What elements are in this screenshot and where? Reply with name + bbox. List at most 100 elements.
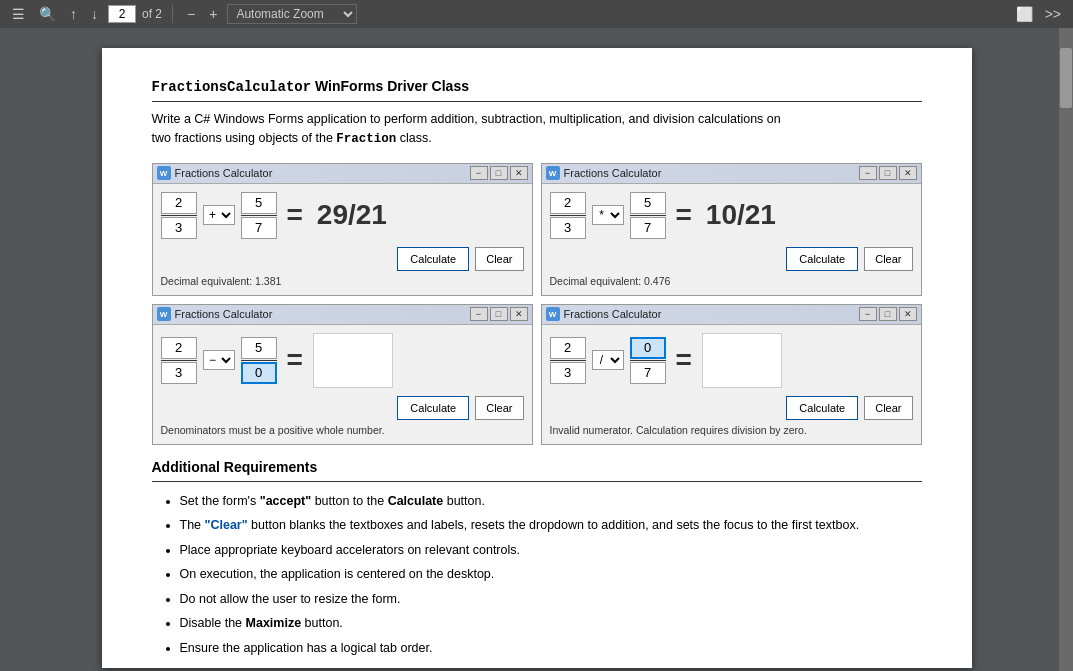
num-input-4b-highlighted[interactable]: [630, 337, 666, 359]
page-total-label: of 2: [142, 7, 162, 21]
intro-line1: Write a C# Windows Forms application to …: [152, 112, 781, 126]
calculate-btn-3[interactable]: Calculate: [397, 396, 469, 420]
scroll-up-icon[interactable]: ↑: [66, 4, 81, 24]
den-input-3a[interactable]: [161, 362, 197, 384]
num-input-1b[interactable]: [241, 192, 277, 214]
intro-line3: class.: [396, 131, 431, 145]
fraction-row-3: +−*/ =: [161, 333, 524, 388]
den-input-1a[interactable]: [161, 217, 197, 239]
close-btn-2[interactable]: ✕: [899, 166, 917, 180]
divider1: [172, 5, 173, 23]
op-select-2[interactable]: +−*/: [592, 205, 624, 225]
den-input-3b-highlighted[interactable]: [241, 362, 277, 384]
fraction-input-1b: [241, 192, 277, 239]
calc-window-2: W Fractions Calculator − □ ✕: [541, 163, 922, 296]
close-btn-3[interactable]: ✕: [510, 307, 528, 321]
requirements-list: Set the form's "accept" button to the Ca…: [180, 490, 922, 660]
scroll-down-icon[interactable]: ↓: [87, 4, 102, 24]
calculate-label-1: Calculate: [410, 253, 456, 265]
calc-window-1: W Fractions Calculator − □ ✕: [152, 163, 533, 296]
expand-icon[interactable]: >>: [1041, 4, 1065, 24]
scrollbar-thumb[interactable]: [1060, 48, 1072, 108]
calculate-btn-2[interactable]: Calculate: [786, 247, 858, 271]
den-input-2b[interactable]: [630, 217, 666, 239]
section1-title-mono: FractionsCalculator: [152, 79, 312, 95]
den-input-4b[interactable]: [630, 362, 666, 384]
op-select-3[interactable]: +−*/: [203, 350, 235, 370]
calculate-btn-4[interactable]: Calculate: [786, 396, 858, 420]
maximize-btn-2[interactable]: □: [879, 166, 897, 180]
maximize-btn-3[interactable]: □: [490, 307, 508, 321]
operator-2: +−*/: [592, 205, 624, 225]
fraction-input-3a: [161, 337, 197, 384]
op-select-1[interactable]: +−*/: [203, 205, 235, 225]
den-input-1b[interactable]: [241, 217, 277, 239]
content-area: FractionsCalculator WinForms Driver Clas…: [0, 28, 1073, 671]
zoom-in-icon[interactable]: +: [205, 4, 221, 24]
calculate-label-4: Calculate: [799, 402, 845, 414]
num-input-3b[interactable]: [241, 337, 277, 359]
calc-body-2: +−*/ = 10/21 Calculate: [542, 184, 921, 295]
frac-line-3a: [161, 360, 197, 361]
result-box-4: [702, 333, 782, 388]
num-input-1a[interactable]: [161, 192, 197, 214]
req-clear-label: "Clear": [205, 518, 248, 532]
calc-buttons-3: Calculate Clear: [161, 396, 524, 420]
result-box-3: [313, 333, 393, 388]
req-item-5: Do not allow the user to resize the form…: [180, 588, 922, 611]
minimize-btn-2[interactable]: −: [859, 166, 877, 180]
menu-icon[interactable]: ☰: [8, 4, 29, 24]
fraction-input-4b: [630, 337, 666, 384]
calc-icon-2: W: [546, 166, 560, 180]
op-select-4[interactable]: +−*/: [592, 350, 624, 370]
calc-icon-3: W: [157, 307, 171, 321]
maximize-btn-4[interactable]: □: [879, 307, 897, 321]
calc-title-3: Fractions Calculator: [175, 308, 470, 320]
zoom-out-icon[interactable]: −: [183, 4, 199, 24]
clear-label-2: Clear: [875, 253, 901, 265]
frac-line-2b: [630, 215, 666, 216]
calc-controls-3: − □ ✕: [470, 307, 528, 321]
intro-code: Fraction: [336, 132, 396, 146]
den-input-4a[interactable]: [550, 362, 586, 384]
calc-title-4: Fractions Calculator: [564, 308, 859, 320]
fraction-input-2b: [630, 192, 666, 239]
fraction-input-1a: [161, 192, 197, 239]
clear-btn-1[interactable]: Clear: [475, 247, 523, 271]
req-item-4: On execution, the application is centere…: [180, 563, 922, 586]
den-input-2a[interactable]: [550, 217, 586, 239]
status-4: Invalid numerator. Calculation requires …: [550, 424, 913, 436]
calc-body-1: +−*/ = 29/21 Calculate: [153, 184, 532, 295]
clear-btn-3[interactable]: Clear: [475, 396, 523, 420]
equals-1: =: [287, 199, 303, 231]
req-accept-label: "accept": [260, 494, 311, 508]
num-input-3a[interactable]: [161, 337, 197, 359]
zoom-select[interactable]: Automatic Zoom Actual Size Page Fit Page…: [227, 4, 357, 24]
calc-body-4: +−*/ = Calculate: [542, 325, 921, 444]
sidebar-toggle-icon[interactable]: ⬜: [1012, 4, 1037, 24]
calculate-btn-1[interactable]: Calculate: [397, 247, 469, 271]
section1-title-text: WinForms Driver Class: [311, 78, 469, 94]
scrollbar[interactable]: [1059, 28, 1073, 671]
intro-line2: two fractions using objects of the: [152, 131, 337, 145]
num-input-2a[interactable]: [550, 192, 586, 214]
result-2: 10/21: [706, 199, 776, 231]
calc-titlebar-1: W Fractions Calculator − □ ✕: [153, 164, 532, 184]
req-calculate-label: Calculate: [388, 494, 444, 508]
minimize-btn-1[interactable]: −: [470, 166, 488, 180]
maximize-btn-1[interactable]: □: [490, 166, 508, 180]
minimize-btn-3[interactable]: −: [470, 307, 488, 321]
frac-line-2a: [550, 215, 586, 216]
clear-btn-4[interactable]: Clear: [864, 396, 912, 420]
close-btn-4[interactable]: ✕: [899, 307, 917, 321]
clear-btn-2[interactable]: Clear: [864, 247, 912, 271]
minimize-btn-4[interactable]: −: [859, 307, 877, 321]
calc-titlebar-4: W Fractions Calculator − □ ✕: [542, 305, 921, 325]
page-number-input[interactable]: [108, 5, 136, 23]
num-input-2b[interactable]: [630, 192, 666, 214]
pdf-toolbar: ☰ 🔍 ↑ ↓ of 2 − + Automatic Zoom Actual S…: [0, 0, 1073, 28]
num-input-4a[interactable]: [550, 337, 586, 359]
close-btn-1[interactable]: ✕: [510, 166, 528, 180]
calc-controls-1: − □ ✕: [470, 166, 528, 180]
search-icon[interactable]: 🔍: [35, 4, 60, 24]
